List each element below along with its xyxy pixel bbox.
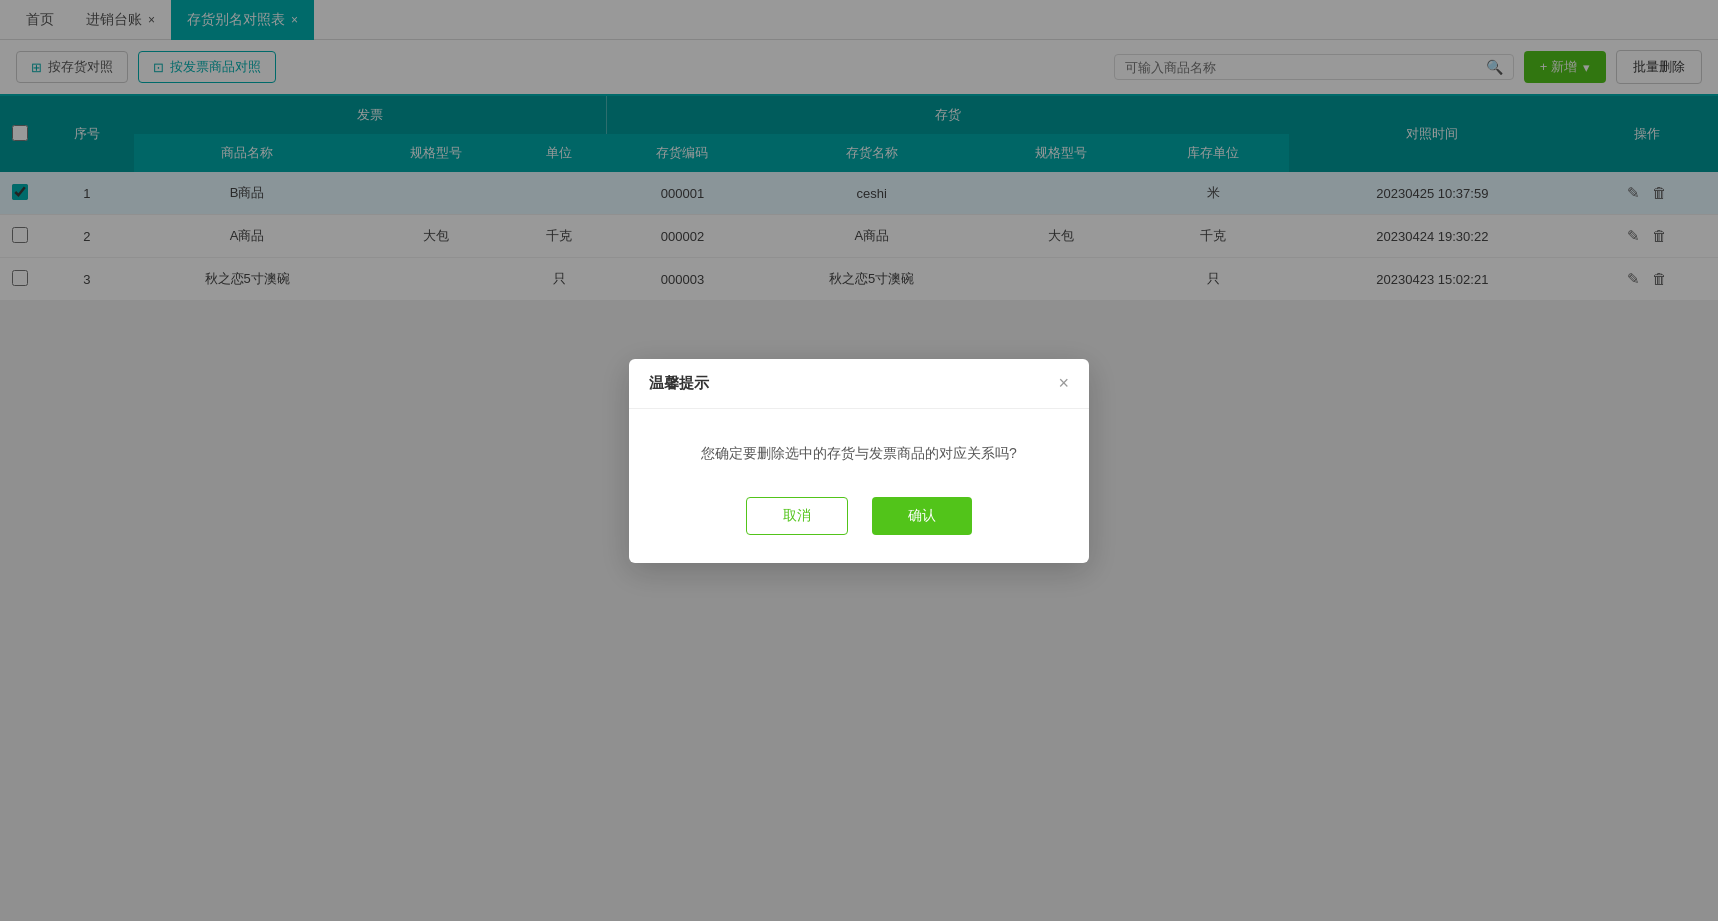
dialog-overlay: 温馨提示 × 您确定要删除选中的存货与发票商品的对应关系吗? 取消 确认 (0, 0, 1718, 301)
